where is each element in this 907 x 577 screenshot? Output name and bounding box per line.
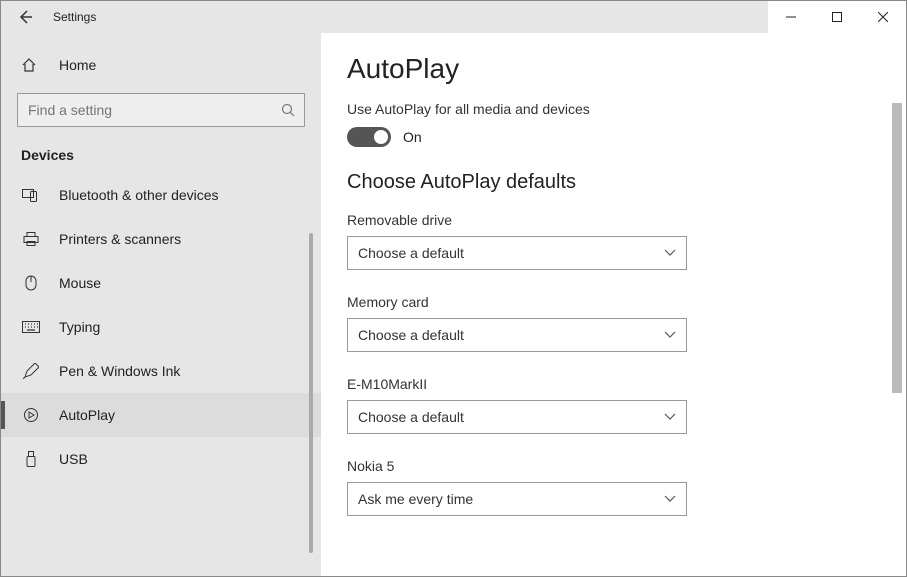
nav-label: Printers & scanners	[59, 231, 181, 247]
field-label: Memory card	[347, 294, 880, 310]
nav-label: AutoPlay	[59, 407, 115, 423]
sidebar-item-usb[interactable]: USB	[1, 437, 321, 481]
field-nokia5: Nokia 5 Ask me every time	[347, 458, 880, 516]
maximize-button[interactable]	[814, 1, 860, 33]
settings-window: Settings Home	[0, 0, 907, 577]
select-nokia5[interactable]: Ask me every time	[347, 482, 687, 516]
nav-label: Pen & Windows Ink	[59, 363, 180, 379]
sidebar-item-mouse[interactable]: Mouse	[1, 261, 321, 305]
maximize-icon	[832, 12, 842, 22]
page-title: AutoPlay	[347, 53, 880, 85]
select-removable-drive[interactable]: Choose a default	[347, 236, 687, 270]
search-input[interactable]	[17, 93, 305, 127]
select-value: Choose a default	[358, 409, 464, 425]
sidebar-scrollbar[interactable]	[309, 233, 313, 553]
sidebar-item-printers[interactable]: Printers & scanners	[1, 217, 321, 261]
toggle-section-label: Use AutoPlay for all media and devices	[347, 101, 880, 117]
minimize-icon	[786, 12, 796, 22]
select-value: Choose a default	[358, 327, 464, 343]
pen-icon	[21, 363, 41, 379]
sidebar-item-autoplay[interactable]: AutoPlay	[1, 393, 321, 437]
sidebar-item-bluetooth[interactable]: Bluetooth & other devices	[1, 173, 321, 217]
devices-icon	[21, 188, 41, 202]
field-label: Removable drive	[347, 212, 880, 228]
search-icon	[281, 103, 295, 117]
back-arrow-icon	[17, 9, 33, 25]
autoplay-toggle[interactable]	[347, 127, 391, 147]
field-label: E-M10MarkII	[347, 376, 880, 392]
nav-list: Bluetooth & other devices Printers & sca…	[1, 173, 321, 481]
close-button[interactable]	[860, 1, 906, 33]
select-em10[interactable]: Choose a default	[347, 400, 687, 434]
keyboard-icon	[21, 321, 41, 333]
field-em10: E-M10MarkII Choose a default	[347, 376, 880, 434]
sidebar-item-typing[interactable]: Typing	[1, 305, 321, 349]
sidebar: Home Devices Bluetooth & other devices	[1, 33, 321, 576]
field-removable-drive: Removable drive Choose a default	[347, 212, 880, 270]
content-area: Home Devices Bluetooth & other devices	[1, 33, 906, 576]
window-controls	[768, 1, 906, 33]
close-icon	[878, 12, 888, 22]
nav-label: Bluetooth & other devices	[59, 187, 219, 203]
toggle-row: On	[347, 127, 880, 147]
home-link[interactable]: Home	[1, 49, 321, 81]
chevron-down-icon	[664, 495, 676, 503]
window-title: Settings	[53, 10, 96, 24]
select-value: Choose a default	[358, 245, 464, 261]
nav-label: USB	[59, 451, 88, 467]
search-wrap	[17, 93, 305, 127]
chevron-down-icon	[664, 249, 676, 257]
field-memory-card: Memory card Choose a default	[347, 294, 880, 352]
usb-icon	[21, 451, 41, 467]
defaults-heading: Choose AutoPlay defaults	[347, 171, 880, 194]
category-header: Devices	[1, 143, 321, 173]
select-memory-card[interactable]: Choose a default	[347, 318, 687, 352]
printer-icon	[21, 232, 41, 246]
mouse-icon	[21, 275, 41, 291]
toggle-state-label: On	[403, 129, 422, 145]
chevron-down-icon	[664, 413, 676, 421]
home-label: Home	[59, 57, 96, 73]
sidebar-item-pen[interactable]: Pen & Windows Ink	[1, 349, 321, 393]
autoplay-icon	[21, 407, 41, 423]
nav-label: Typing	[59, 319, 100, 335]
main-scrollbar[interactable]	[892, 103, 902, 393]
back-button[interactable]	[1, 1, 49, 33]
select-value: Ask me every time	[358, 491, 473, 507]
chevron-down-icon	[664, 331, 676, 339]
titlebar: Settings	[1, 1, 906, 33]
field-label: Nokia 5	[347, 458, 880, 474]
nav-label: Mouse	[59, 275, 101, 291]
main-panel: AutoPlay Use AutoPlay for all media and …	[321, 33, 906, 576]
minimize-button[interactable]	[768, 1, 814, 33]
home-icon	[21, 57, 41, 73]
